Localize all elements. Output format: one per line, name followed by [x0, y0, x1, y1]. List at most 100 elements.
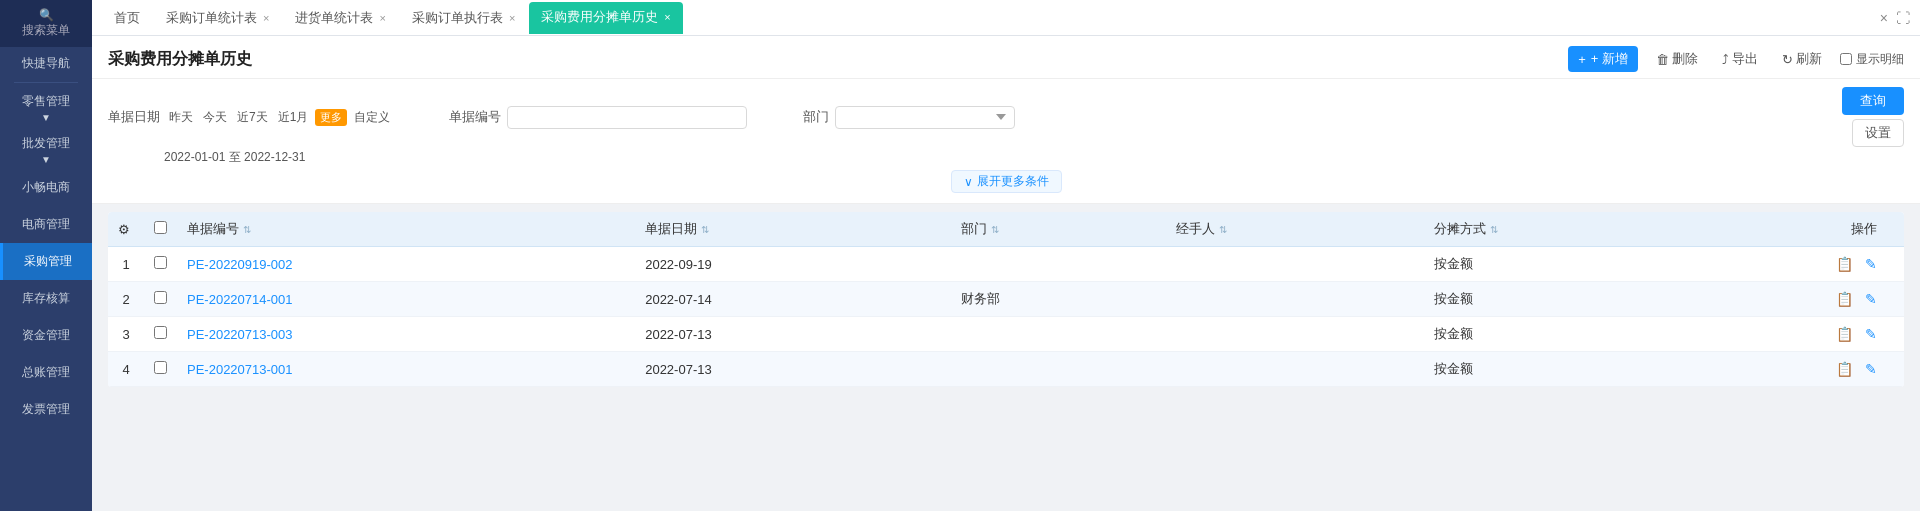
cell-checkbox-1[interactable]	[144, 282, 177, 317]
tab-stock-in-stats-label: 进货单统计表	[295, 9, 373, 27]
cell-doc-date-2: 2022-07-13	[635, 317, 951, 352]
tab-purchase-order-exec[interactable]: 采购订单执行表 ×	[400, 3, 527, 33]
cell-action-1: 📋 ✎	[1824, 282, 1904, 317]
tab-close-icon[interactable]: ×	[1880, 10, 1888, 26]
cell-checkbox-0[interactable]	[144, 247, 177, 282]
view-icon-0[interactable]: 📋	[1834, 254, 1855, 274]
edit-icon-3[interactable]: ✎	[1863, 359, 1879, 379]
edit-icon-2[interactable]: ✎	[1863, 324, 1879, 344]
show-columns-toggle[interactable]: 显示明细	[1840, 51, 1904, 68]
sidebar-item-ecommerce-small[interactable]: 小畅电商	[0, 169, 92, 206]
add-button[interactable]: + + 新增	[1568, 46, 1638, 72]
department-label: 部门	[803, 108, 829, 126]
tab-purchase-order-stats-close[interactable]: ×	[263, 12, 269, 24]
select-all-checkbox[interactable]	[154, 221, 167, 234]
yesterday-btn[interactable]: 昨天	[166, 108, 196, 127]
sort-doc-date-icon[interactable]: ⇅	[701, 224, 709, 235]
tab-purchase-order-stats[interactable]: 采购订单统计表 ×	[154, 3, 281, 33]
date-filter: 单据日期 昨天 今天 近7天 近1月 更多 自定义	[108, 108, 393, 127]
chevron-down-icon: ▼	[41, 112, 51, 123]
table-row: 3 PE-20220713-003 2022-07-13 按金额 📋 ✎	[108, 317, 1904, 352]
more-btn[interactable]: 更多	[315, 109, 347, 126]
main-content: 首页 采购订单统计表 × 进货单统计表 × 采购订单执行表 × 采购费用分摊单历…	[92, 0, 1920, 511]
view-icon-1[interactable]: 📋	[1834, 289, 1855, 309]
view-icon-3[interactable]: 📋	[1834, 359, 1855, 379]
custom-btn[interactable]: 自定义	[351, 108, 393, 127]
sidebar-search[interactable]: 🔍 搜索菜单	[0, 0, 92, 47]
table-row: 4 PE-20220713-001 2022-07-13 按金额 📋 ✎	[108, 352, 1904, 387]
refresh-button[interactable]: ↻ 刷新	[1776, 47, 1828, 71]
edit-icon-0[interactable]: ✎	[1863, 254, 1879, 274]
th-gear[interactable]: ⚙	[108, 212, 144, 247]
cell-handler-3	[1166, 352, 1424, 387]
sidebar-item-invoice[interactable]: 发票管理	[0, 391, 92, 428]
department-select[interactable]: 财务部	[835, 106, 1015, 129]
tab-purchase-cost-split-close[interactable]: ×	[664, 11, 670, 23]
cell-split-method-3: 按金额	[1424, 352, 1824, 387]
sort-handler-icon[interactable]: ⇅	[1219, 224, 1227, 235]
row-checkbox-1[interactable]	[154, 291, 167, 304]
sort-split-method-icon[interactable]: ⇅	[1490, 224, 1498, 235]
tab-purchase-cost-split[interactable]: 采购费用分摊单历史 ×	[529, 2, 682, 34]
delete-button[interactable]: 🗑 删除	[1650, 47, 1704, 71]
sidebar-item-retail[interactable]: 零售管理 ▼	[0, 85, 92, 127]
row-checkbox-2[interactable]	[154, 326, 167, 339]
doc-number-link-2[interactable]: PE-20220713-003	[187, 327, 293, 342]
setting-button[interactable]: 设置	[1852, 119, 1904, 147]
th-doc-date: 单据日期 ⇅	[635, 212, 951, 247]
date-range-display: 2022-01-01 至 2022-12-31	[164, 150, 305, 164]
doc-number-link-3[interactable]: PE-20220713-001	[187, 362, 293, 377]
sidebar-item-wholesale[interactable]: 批发管理 ▼	[0, 127, 92, 169]
row-checkbox-0[interactable]	[154, 256, 167, 269]
cell-action-2: 📋 ✎	[1824, 317, 1904, 352]
tab-purchase-order-exec-close[interactable]: ×	[509, 12, 515, 24]
sidebar-item-inventory[interactable]: 库存核算	[0, 280, 92, 317]
add-label: + 新增	[1591, 50, 1628, 68]
tab-stock-in-stats[interactable]: 进货单统计表 ×	[283, 3, 397, 33]
query-button[interactable]: 查询	[1842, 87, 1904, 115]
tab-purchase-order-exec-label: 采购订单执行表	[412, 9, 503, 27]
doc-number-link-0[interactable]: PE-20220919-002	[187, 257, 293, 272]
cell-doc-date-1: 2022-07-14	[635, 282, 951, 317]
doc-number-input[interactable]	[507, 106, 747, 129]
cell-department-3	[951, 352, 1166, 387]
sidebar-item-inventory-label: 库存核算	[22, 290, 70, 307]
sidebar-item-finance-label: 资金管理	[22, 327, 70, 344]
row-checkbox-3[interactable]	[154, 361, 167, 374]
page-header: 采购费用分摊单历史 + + 新增 🗑 删除 ⤴ 导出 ↻ 刷新 显示明细	[92, 36, 1920, 79]
sidebar-item-invoice-label: 发票管理	[22, 401, 70, 418]
cell-split-method-1: 按金额	[1424, 282, 1824, 317]
cell-gear-1: 2	[108, 282, 144, 317]
last7-btn[interactable]: 近7天	[234, 108, 271, 127]
doc-number-filter: 单据编号	[449, 106, 747, 129]
tab-stock-in-stats-close[interactable]: ×	[379, 12, 385, 24]
sidebar-item-finance[interactable]: 资金管理	[0, 317, 92, 354]
th-doc-date-label: 单据日期	[645, 221, 697, 236]
filter-expand: ∨ 展开更多条件	[108, 166, 1904, 195]
sidebar-item-ledger[interactable]: 总账管理	[0, 354, 92, 391]
tab-purchase-cost-split-label: 采购费用分摊单历史	[541, 8, 658, 26]
today-btn[interactable]: 今天	[200, 108, 230, 127]
doc-number-link-1[interactable]: PE-20220714-001	[187, 292, 293, 307]
toolbar: + + 新增 🗑 删除 ⤴ 导出 ↻ 刷新 显示明细	[1568, 46, 1904, 72]
view-icon-2[interactable]: 📋	[1834, 324, 1855, 344]
edit-icon-1[interactable]: ✎	[1863, 289, 1879, 309]
cell-checkbox-2[interactable]	[144, 317, 177, 352]
last1m-btn[interactable]: 近1月	[275, 108, 312, 127]
show-columns-checkbox[interactable]	[1840, 53, 1852, 65]
expand-more-btn[interactable]: ∨ 展开更多条件	[951, 170, 1062, 193]
cell-doc-date-0: 2022-09-19	[635, 247, 951, 282]
cell-gear-3: 4	[108, 352, 144, 387]
sidebar-item-purchase[interactable]: 采购管理	[0, 243, 92, 280]
sort-doc-number-icon[interactable]: ⇅	[243, 224, 251, 235]
sidebar-item-ecommerce-label: 电商管理	[22, 216, 70, 233]
search-icon: 🔍	[39, 8, 54, 22]
export-button[interactable]: ⤴ 导出	[1716, 47, 1764, 71]
cell-doc-number-2: PE-20220713-003	[177, 317, 635, 352]
sidebar-quicknav[interactable]: 快捷导航	[0, 47, 92, 80]
sidebar-item-ecommerce[interactable]: 电商管理	[0, 206, 92, 243]
sort-department-icon[interactable]: ⇅	[991, 224, 999, 235]
tab-maximize-icon[interactable]: ⛶	[1896, 10, 1910, 26]
tab-home[interactable]: 首页	[102, 3, 152, 33]
cell-checkbox-3[interactable]	[144, 352, 177, 387]
